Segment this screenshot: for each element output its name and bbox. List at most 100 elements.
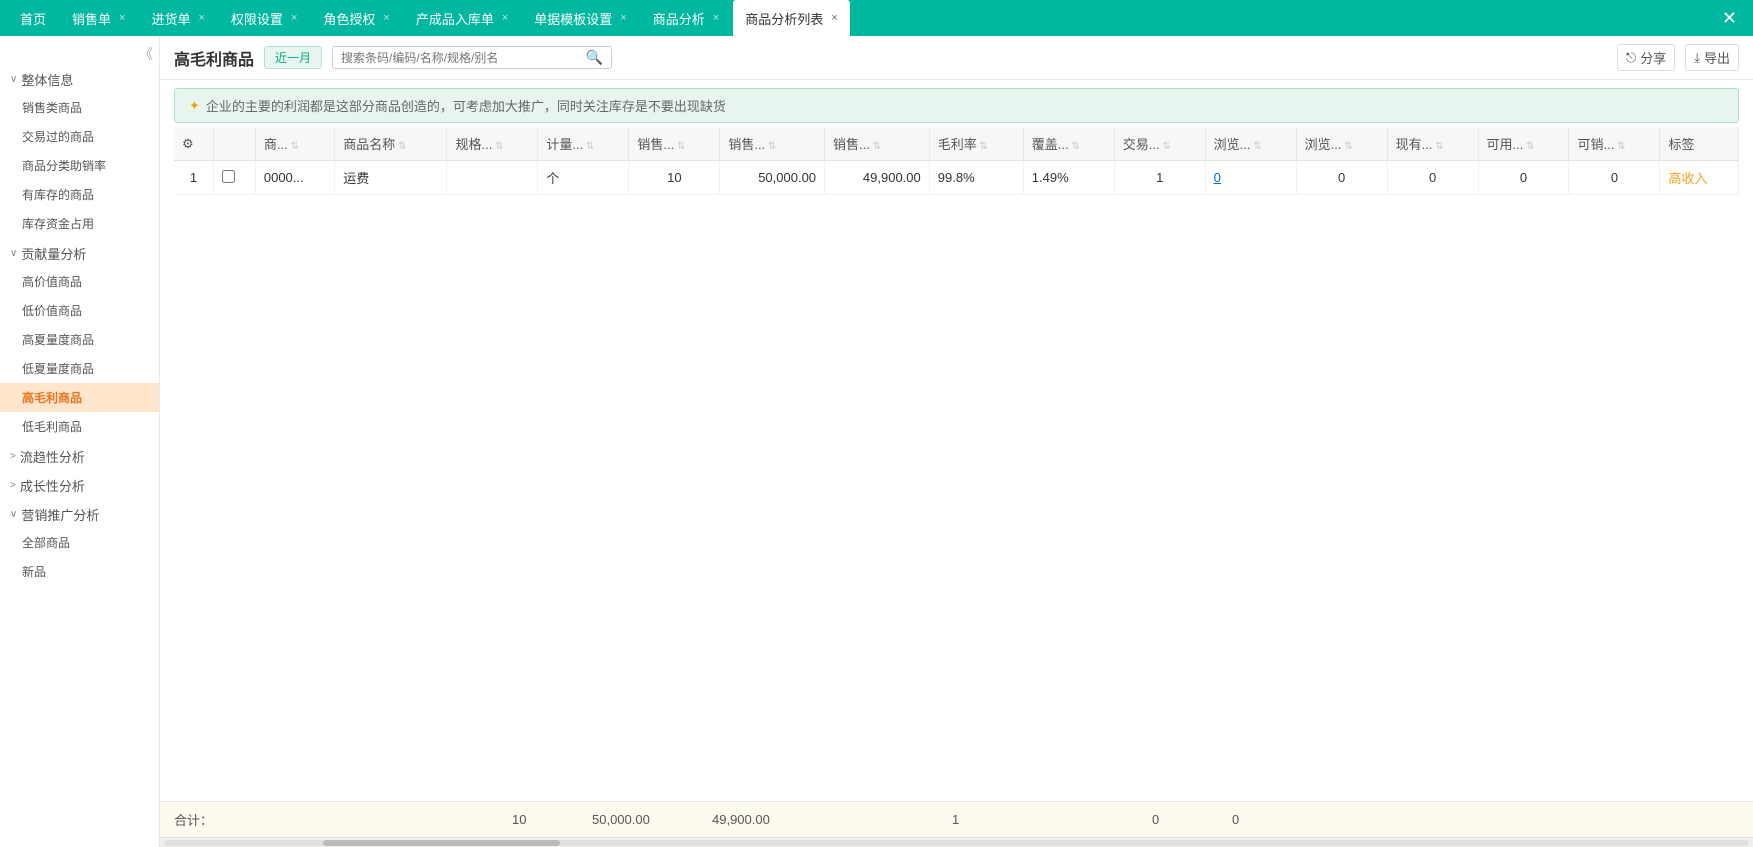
sort-icon[interactable]: ⇅ xyxy=(1251,141,1262,152)
nav-item[interactable]: 进货单× xyxy=(139,0,216,36)
sidebar-group-title[interactable]: ∨营销推广分析 xyxy=(0,499,159,528)
sidebar-item[interactable]: 低毛利商品 xyxy=(0,412,159,441)
nav-item[interactable]: 首页 xyxy=(8,0,58,36)
footer-current-stock: 0 xyxy=(1144,812,1224,827)
table-col-header[interactable]: 现有... ⇅ xyxy=(1387,127,1478,161)
main-layout: 《 ∨整体信息销售类商品交易过的商品商品分类助销率有库存的商品库存资金占用∨贡献… xyxy=(0,36,1753,847)
sidebar-group-title[interactable]: ∨贡献量分析 xyxy=(0,238,159,267)
table-col-header[interactable]: 规格... ⇅ xyxy=(447,127,538,161)
nav-item[interactable]: 单据模板设置× xyxy=(522,0,638,36)
sort-icon[interactable]: ⇅ xyxy=(395,141,406,152)
nav-close-icon[interactable]: × xyxy=(620,12,626,24)
table-col-header[interactable]: 商... ⇅ xyxy=(255,127,334,161)
sidebar-item[interactable]: 商品分类助销率 xyxy=(0,151,159,180)
footer-sales-qty: 10 xyxy=(504,812,584,827)
sort-icon[interactable]: ⇅ xyxy=(977,141,988,152)
nav-item[interactable]: 产成品入库单× xyxy=(404,0,520,36)
nav-close-icon[interactable]: × xyxy=(383,12,389,24)
footer-trade: 1 xyxy=(944,812,1024,827)
nav-close-icon[interactable]: × xyxy=(198,12,204,24)
page-title: 高毛利商品 xyxy=(174,46,254,70)
table-col-header[interactable]: 浏览... ⇅ xyxy=(1296,127,1387,161)
sort-icon[interactable]: ⇅ xyxy=(1523,141,1534,152)
table-cell-name: 运费 xyxy=(335,161,447,195)
sort-icon[interactable]: ⇅ xyxy=(288,141,299,152)
table-col-header[interactable]: 可销... ⇅ xyxy=(1569,127,1660,161)
table-col-header[interactable]: 销售... ⇅ xyxy=(825,127,930,161)
table-col-header[interactable]: 浏览... ⇅ xyxy=(1205,127,1296,161)
table-cell-sales_amount: 50,000.00 xyxy=(720,161,825,195)
table-cell-unit: 个 xyxy=(538,161,629,195)
time-filter-button[interactable]: 近一月 xyxy=(264,46,322,69)
data-table: ⚙商... ⇅商品名称 ⇅规格... ⇅计量... ⇅销售... ⇅销售... … xyxy=(174,127,1739,195)
table-col-header[interactable]: 销售... ⇅ xyxy=(720,127,825,161)
export-button[interactable]: ⤓ 导出 xyxy=(1685,44,1739,71)
sidebar-collapse-button[interactable]: 《 xyxy=(139,44,153,64)
footer-total-bar: 合计： 10 50,000.00 49,900.00 1 0 0 xyxy=(160,801,1753,837)
sort-icon[interactable]: ⇅ xyxy=(1432,141,1443,152)
window-close-button[interactable]: ✕ xyxy=(1714,8,1745,29)
sidebar-item[interactable]: 交易过的商品 xyxy=(0,122,159,151)
nav-item[interactable]: 权限设置× xyxy=(219,0,309,36)
table-col-header: 标签 xyxy=(1660,127,1739,161)
sidebar-item[interactable]: 高毛利商品 xyxy=(0,383,159,412)
sidebar-group-title[interactable]: >成长性分析 xyxy=(0,470,159,499)
table-col-header[interactable]: 计量... ⇅ xyxy=(538,127,629,161)
nav-item[interactable]: 销售单× xyxy=(60,0,137,36)
chevron-icon: > xyxy=(10,451,16,462)
content-area: 高毛利商品 近一月 🔍 ⎋ 分享 ⤓ 导出 ✦ 企业的主要的利润都是这部分商品创… xyxy=(160,36,1753,847)
sidebar-group-title[interactable]: ∨整体信息 xyxy=(0,64,159,93)
table-col-header[interactable]: 覆盖... ⇅ xyxy=(1023,127,1114,161)
sidebar-item[interactable]: 高价值商品 xyxy=(0,267,159,296)
table-col-header[interactable]: 商品名称 ⇅ xyxy=(335,127,447,161)
table-col-header: ⚙ xyxy=(174,127,213,161)
share-button[interactable]: ⎋ 分享 xyxy=(1617,44,1675,71)
sort-icon[interactable]: ⇅ xyxy=(674,141,685,152)
nav-close-icon[interactable]: × xyxy=(291,12,297,24)
sidebar-item[interactable]: 销售类商品 xyxy=(0,93,159,122)
table-col-header xyxy=(213,127,255,161)
sort-icon[interactable]: ⇅ xyxy=(1614,141,1625,152)
table-cell-row_no: 1 xyxy=(174,161,213,195)
horizontal-scrollbar[interactable] xyxy=(160,837,1753,847)
sidebar-item[interactable]: 库存资金占用 xyxy=(0,209,159,238)
scrollbar-thumb[interactable] xyxy=(323,840,561,846)
table-col-header[interactable]: 毛利率 ⇅ xyxy=(929,127,1023,161)
sidebar-item[interactable]: 低夏量度商品 xyxy=(0,354,159,383)
nav-close-icon[interactable]: × xyxy=(119,12,125,24)
table-col-header[interactable]: 销售... ⇅ xyxy=(629,127,720,161)
search-input[interactable] xyxy=(341,51,580,65)
table-cell-current_stock: 0 xyxy=(1387,161,1478,195)
sort-icon[interactable]: ⇅ xyxy=(583,141,594,152)
sort-icon[interactable]: ⇅ xyxy=(1341,141,1352,152)
sidebar-item[interactable]: 低价值商品 xyxy=(0,296,159,325)
sidebar-item[interactable]: 有库存的商品 xyxy=(0,180,159,209)
sidebar-item[interactable]: 全部商品 xyxy=(0,528,159,557)
sort-icon[interactable]: ⇅ xyxy=(870,141,881,152)
nav-item[interactable]: 商品分析列表× xyxy=(733,0,849,36)
sort-icon[interactable]: ⇅ xyxy=(1069,141,1080,152)
nav-close-icon[interactable]: × xyxy=(502,12,508,24)
sort-icon[interactable]: ⇅ xyxy=(1160,141,1171,152)
nav-close-icon[interactable]: × xyxy=(831,12,837,24)
table-cell-views1[interactable]: 0 xyxy=(1205,161,1296,195)
sort-icon[interactable]: ⇅ xyxy=(765,141,776,152)
footer-sales-profit: 49,900.00 xyxy=(704,812,824,827)
table-col-header[interactable]: 交易... ⇅ xyxy=(1114,127,1205,161)
sidebar-item[interactable]: 新品 xyxy=(0,557,159,586)
views-link[interactable]: 0 xyxy=(1214,170,1221,185)
row-checkbox[interactable] xyxy=(222,170,235,183)
sort-icon[interactable]: ⇅ xyxy=(492,141,503,152)
nav-close-icon[interactable]: × xyxy=(713,12,719,24)
footer-sales-amount: 50,000.00 xyxy=(584,812,704,827)
search-icon[interactable]: 🔍 xyxy=(586,49,603,66)
table-col-header[interactable]: 可用... ⇅ xyxy=(1478,127,1569,161)
info-text: 企业的主要的利润都是这部分商品创造的，可考虑加大推广，同时关注库存是不要出现缺货 xyxy=(206,96,726,115)
nav-item[interactable]: 角色授权× xyxy=(311,0,401,36)
sidebar-group-title[interactable]: >流趋性分析 xyxy=(0,441,159,470)
nav-item[interactable]: 商品分析× xyxy=(641,0,731,36)
footer-available-stock: 0 xyxy=(1224,812,1304,827)
table-cell-code: 0000... xyxy=(255,161,334,195)
sidebar-item[interactable]: 高夏量度商品 xyxy=(0,325,159,354)
search-box: 🔍 xyxy=(332,46,612,69)
